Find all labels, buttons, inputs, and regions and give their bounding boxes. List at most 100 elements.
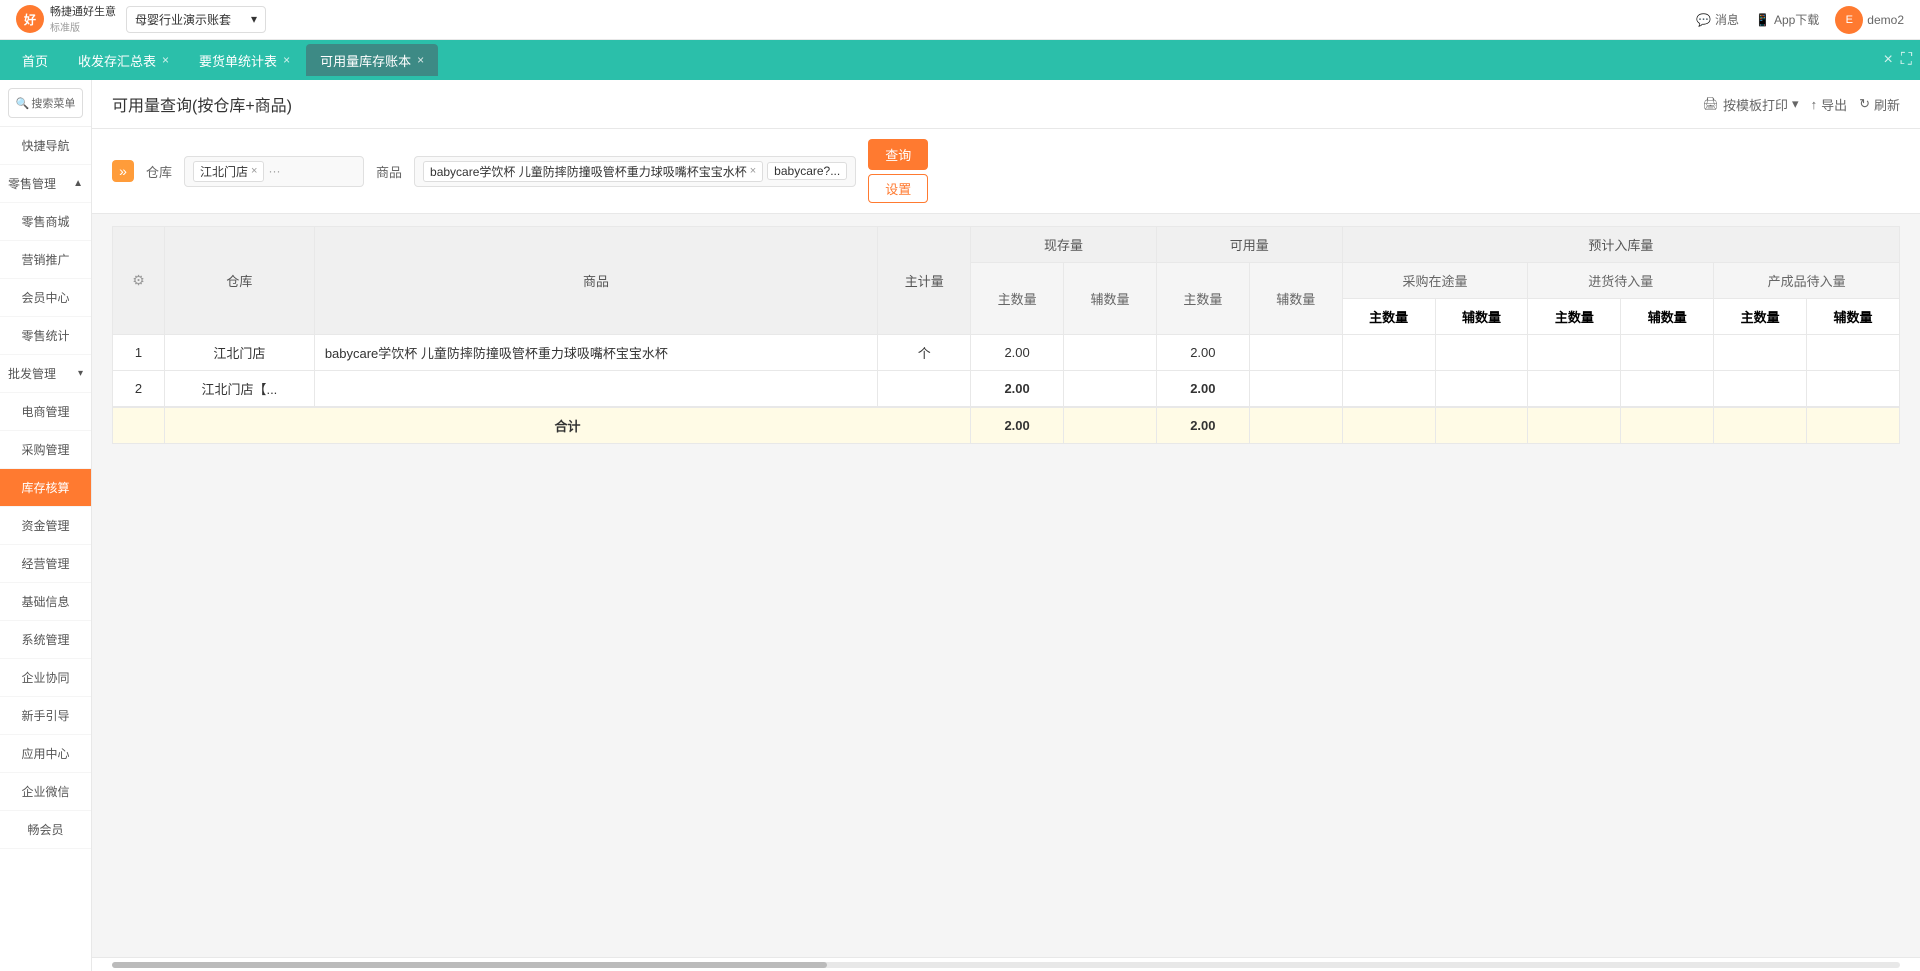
- th-settings[interactable]: ⚙: [113, 227, 165, 335]
- sidebar-item-enterprise[interactable]: 企业协同: [0, 659, 91, 697]
- tab-receive-label: 收发存汇总表: [78, 51, 156, 70]
- product-tag-1[interactable]: babycare学饮杯 儿童防摔防撞吸管杯重力球吸嘴杯宝宝水杯 ×: [423, 161, 763, 182]
- total-in-main: [1528, 407, 1621, 444]
- template-print-label: 按模板打印: [1723, 95, 1788, 114]
- sidebar-item-operation-label: 经营管理: [21, 557, 69, 571]
- logo-text-area: 畅捷通好生意 标准版: [50, 5, 116, 34]
- product-2: [314, 371, 877, 408]
- tab-receive[interactable]: 收发存汇总表 ×: [64, 44, 183, 76]
- sidebar-item-wholesale-label: 批发管理: [8, 365, 56, 382]
- sidebar-item-member2[interactable]: 畅会员: [0, 811, 91, 849]
- tab-expand-btn[interactable]: ⛶: [1901, 51, 1912, 69]
- template-print-btn[interactable]: 🖨 按模板打印 ▾: [1703, 95, 1799, 114]
- industry-label: 母婴行业演示账套: [135, 11, 231, 28]
- th-incoming: 进货待入量: [1528, 263, 1714, 299]
- sidebar-item-marketing[interactable]: 营销推广: [0, 241, 91, 279]
- sidebar-item-operation[interactable]: 经营管理: [0, 545, 91, 583]
- header-actions: 🖨 按模板打印 ▾ ↑ 导出 ↻ 刷新: [1703, 95, 1901, 114]
- sidebar-item-guide[interactable]: 新手引导: [0, 697, 91, 735]
- chevron-print-icon: ▾: [1792, 96, 1799, 112]
- warehouse-filter-tags[interactable]: 江北门店 × ···: [184, 156, 364, 187]
- logo-subtitle: 标准版: [50, 19, 116, 34]
- data-table: ⚙ 仓库 商品 主计量 现存量 可用量 预计入库量 主数量 辅数量 主数量 辅数…: [112, 226, 1900, 444]
- th-unit: 主计量: [878, 227, 971, 335]
- settings-icon[interactable]: ⚙: [132, 272, 145, 288]
- th-expected: 预计入库量: [1342, 227, 1899, 263]
- app-download-btn[interactable]: 📱 App下载: [1755, 11, 1819, 28]
- export-btn[interactable]: ↑ 导出: [1811, 95, 1848, 114]
- th-production: 产成品待入量: [1714, 263, 1900, 299]
- sidebar-item-retail-stat[interactable]: 零售统计: [0, 317, 91, 355]
- warehouse-more[interactable]: ···: [268, 164, 280, 178]
- th-prod-aux: 辅数量: [1807, 299, 1900, 335]
- sidebar-item-finance[interactable]: 资金管理: [0, 507, 91, 545]
- scroll-bar-area: [92, 957, 1920, 971]
- filter-expand-btn[interactable]: »: [112, 160, 134, 182]
- scrollbar-thumb[interactable]: [112, 962, 827, 968]
- sidebar-item-system[interactable]: 系统管理: [0, 621, 91, 659]
- chevron-down-icon: ▾: [251, 12, 257, 26]
- filter-action-buttons: 查询 设置: [868, 139, 928, 203]
- product-tag-2[interactable]: babycare?...: [767, 162, 847, 180]
- sidebar-item-inventory[interactable]: 库存核算: [0, 469, 91, 507]
- avatar-initial: E: [1846, 14, 1853, 26]
- sidebar-item-inventory-label: 库存核算: [21, 481, 69, 495]
- warehouse-1: 江北门店: [164, 335, 314, 371]
- total-avail-aux: [1249, 407, 1342, 444]
- stock-aux-2: [1064, 371, 1157, 408]
- tab-home[interactable]: 首页: [8, 44, 62, 76]
- search-icon: 🔍: [16, 97, 30, 110]
- in-main-2: [1528, 371, 1621, 408]
- tab-receive-close[interactable]: ×: [162, 53, 169, 67]
- sidebar-item-member-label: 会员中心: [21, 291, 69, 305]
- top-bar-right: 💬 消息 📱 App下载 E demo2: [1696, 6, 1904, 34]
- sidebar-item-purchase[interactable]: 采购管理: [0, 431, 91, 469]
- tab-available[interactable]: 可用量库存账本 ×: [306, 44, 438, 76]
- sidebar-item-basic[interactable]: 基础信息: [0, 583, 91, 621]
- sidebar-item-ecommerce[interactable]: 电商管理: [0, 393, 91, 431]
- total-empty-1: [113, 407, 165, 444]
- sidebar-item-finance-label: 资金管理: [21, 519, 69, 533]
- industry-selector[interactable]: 母婴行业演示账套 ▾: [126, 6, 266, 33]
- th-in-aux: 辅数量: [1621, 299, 1714, 335]
- prod-aux-1: [1807, 335, 1900, 371]
- product-1: babycare学饮杯 儿童防摔防撞吸管杯重力球吸嘴杯宝宝水杯: [314, 335, 877, 371]
- sidebar-item-wechat[interactable]: 企业微信: [0, 773, 91, 811]
- product-filter-tags[interactable]: babycare学饮杯 儿童防摔防撞吸管杯重力球吸嘴杯宝宝水杯 × babyca…: [414, 156, 856, 187]
- table-row: 1 江北门店 babycare学饮杯 儿童防摔防撞吸管杯重力球吸嘴杯宝宝水杯 个…: [113, 335, 1900, 371]
- th-pur-main: 主数量: [1342, 299, 1435, 335]
- th-avail-aux: 辅数量: [1249, 263, 1342, 335]
- tab-order[interactable]: 要货单统计表 ×: [185, 44, 304, 76]
- tab-available-close[interactable]: ×: [417, 53, 424, 67]
- sidebar-item-appcenter[interactable]: 应用中心: [0, 735, 91, 773]
- sidebar-item-retail-mgmt[interactable]: 零售管理 ▲: [0, 165, 91, 203]
- prod-main-1: [1714, 335, 1807, 371]
- sidebar-search-btn[interactable]: 🔍 搜索菜单: [8, 88, 83, 118]
- app-download-label: App下载: [1774, 11, 1819, 28]
- message-btn[interactable]: 💬 消息: [1696, 11, 1739, 28]
- query-btn[interactable]: 查询: [868, 139, 928, 170]
- tab-order-close[interactable]: ×: [283, 53, 290, 67]
- warehouse-tag-1-close[interactable]: ×: [251, 165, 257, 177]
- sidebar-item-guide-label: 新手引导: [21, 709, 69, 723]
- message-icon: 💬: [1696, 13, 1711, 27]
- stock-aux-1: [1064, 335, 1157, 371]
- sidebar-item-quicknav[interactable]: 快捷导航: [0, 127, 91, 165]
- refresh-btn[interactable]: ↻ 刷新: [1859, 95, 1900, 114]
- th-pur-aux: 辅数量: [1435, 299, 1528, 335]
- avail-aux-1: [1249, 335, 1342, 371]
- total-avail-main: 2.00: [1156, 407, 1249, 444]
- warehouse-tag-1[interactable]: 江北门店 ×: [193, 161, 264, 182]
- sidebar-item-wholesale[interactable]: 批发管理 ▾: [0, 355, 91, 393]
- sidebar-item-basic-label: 基础信息: [21, 595, 69, 609]
- pur-main-1: [1342, 335, 1435, 371]
- phone-icon: 📱: [1755, 13, 1770, 27]
- sidebar-item-member[interactable]: 会员中心: [0, 279, 91, 317]
- horizontal-scrollbar[interactable]: [112, 962, 1900, 968]
- sidebar-item-retail-mall[interactable]: 零售商城: [0, 203, 91, 241]
- stock-main-2: 2.00: [971, 371, 1064, 408]
- product-tag-1-close[interactable]: ×: [750, 165, 756, 177]
- tab-close-all-btn[interactable]: ×: [1883, 51, 1892, 69]
- user-profile[interactable]: E demo2: [1835, 6, 1904, 34]
- setting-btn[interactable]: 设置: [868, 174, 928, 203]
